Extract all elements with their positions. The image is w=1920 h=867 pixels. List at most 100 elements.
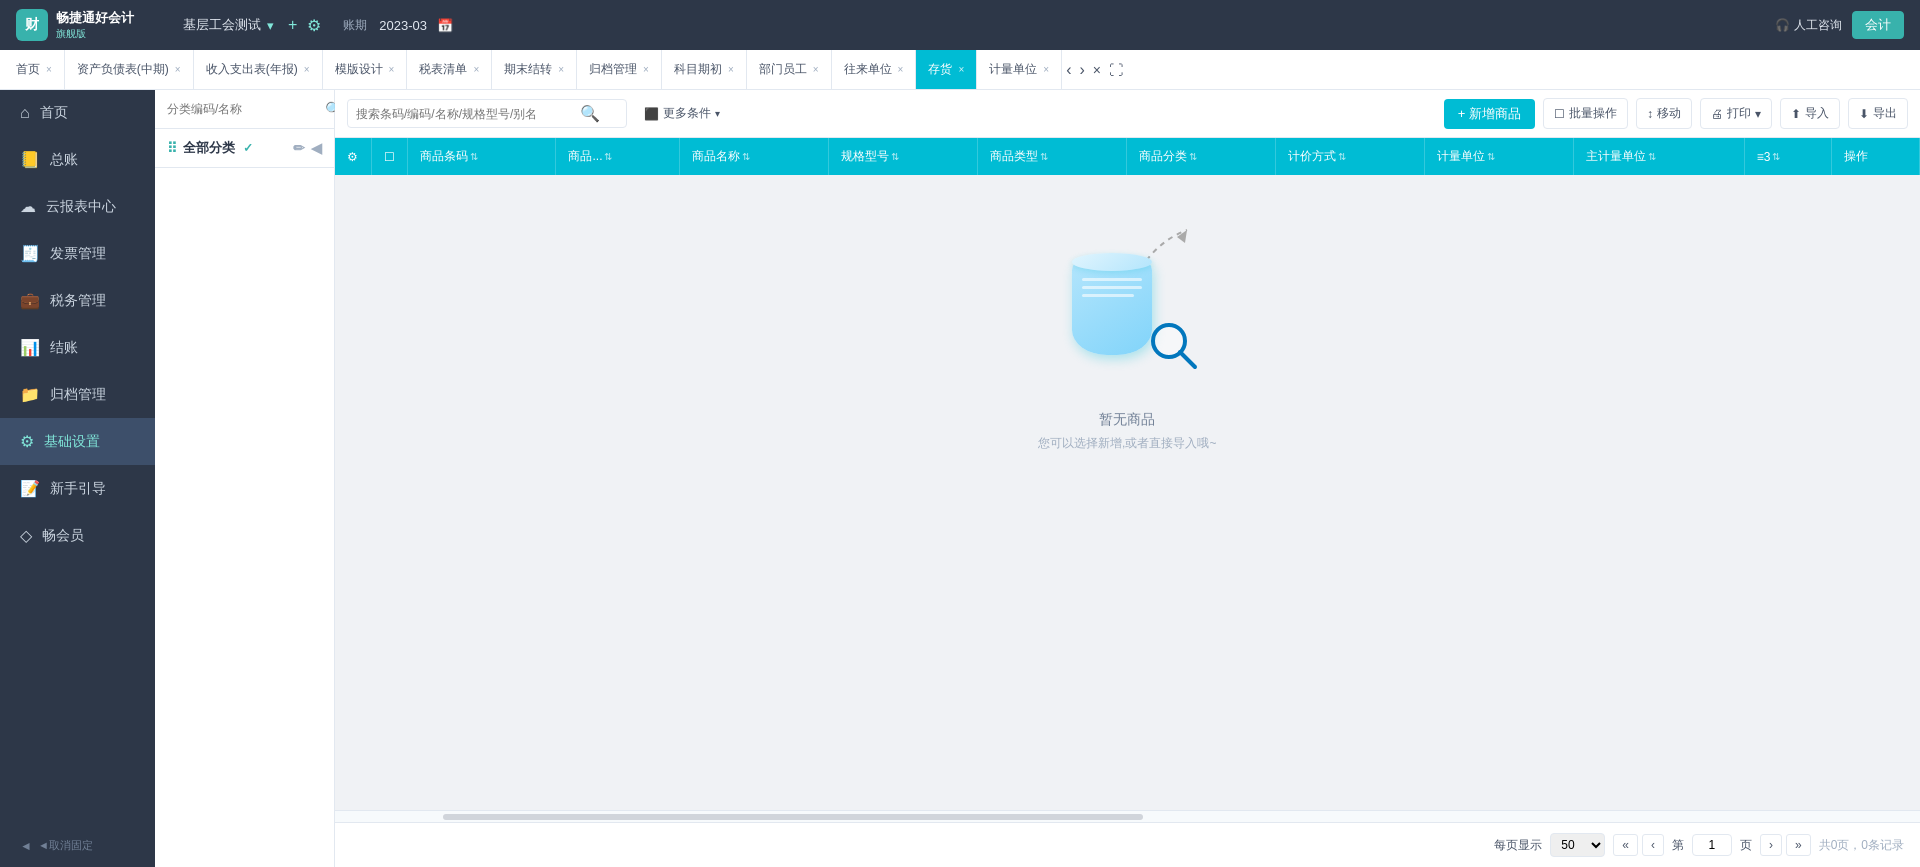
- empty-state-row: 暂无商品 您可以选择新增,或者直接导入哦~: [335, 175, 1920, 512]
- tab-next-nav[interactable]: ›: [1075, 61, 1088, 79]
- page-input[interactable]: [1692, 834, 1732, 856]
- sidebar-item-ledger[interactable]: 📒 总账: [0, 136, 155, 183]
- col-extra[interactable]: ≡3 ⇅: [1744, 138, 1831, 175]
- period-value: 2023-03: [379, 18, 427, 33]
- col-code[interactable]: 商品... ⇅: [556, 138, 680, 175]
- tab-archive-close[interactable]: ×: [643, 64, 649, 75]
- move-button[interactable]: ↕ 移动: [1636, 98, 1692, 129]
- logo-icon: 财: [16, 9, 48, 41]
- col-code-label: 商品...: [568, 148, 602, 165]
- tab-subject-close[interactable]: ×: [728, 64, 734, 75]
- batch-operation-button[interactable]: ☐ 批量操作: [1543, 98, 1628, 129]
- sidebar-item-reports[interactable]: ☁ 云报表中心: [0, 183, 155, 230]
- org-name: 基层工会测试 ▾ + ⚙ 账期 2023-03 📅: [183, 16, 1763, 35]
- scroll-line1: [1082, 278, 1142, 281]
- tab-inventory[interactable]: 存货 ×: [916, 50, 977, 90]
- category-all[interactable]: ⠿ 全部分类 ✓ ✏ ◀: [155, 129, 334, 168]
- sort-name-icon: ⇅: [742, 151, 750, 162]
- sidebar-item-invoice[interactable]: 🧾 发票管理: [0, 230, 155, 277]
- tab-balance-sheet[interactable]: 资产负债表(中期) ×: [65, 50, 194, 90]
- logo-sub-text: 旗舰版: [56, 27, 134, 41]
- export-button[interactable]: ⬇ 导出: [1848, 98, 1908, 129]
- account-button[interactable]: 会计: [1852, 11, 1904, 39]
- tab-subject-init[interactable]: 科目期初 ×: [662, 50, 747, 90]
- col-barcode[interactable]: 商品条码 ⇅: [407, 138, 556, 175]
- tab-tax-list-close[interactable]: ×: [473, 64, 479, 75]
- col-price-method-label: 计价方式: [1288, 148, 1336, 165]
- sort-price-icon: ⇅: [1338, 151, 1346, 162]
- sidebar-item-home[interactable]: ⌂ 首页: [0, 90, 155, 136]
- sort-spec-icon: ⇅: [891, 151, 899, 162]
- tab-expand[interactable]: ⛶: [1105, 62, 1127, 78]
- tab-template-close[interactable]: ×: [389, 64, 395, 75]
- tab-income-close[interactable]: ×: [304, 64, 310, 75]
- org-dropdown-icon[interactable]: ▾: [267, 18, 274, 33]
- tab-tax-list[interactable]: 税表清单 ×: [407, 50, 492, 90]
- tab-balance-close[interactable]: ×: [175, 64, 181, 75]
- pagination-bar: 每页显示 50 10 20 100 « ‹ 第 页 › » 共0页，0条记录: [335, 822, 1920, 867]
- tab-period-carry[interactable]: 期末结转 ×: [492, 50, 577, 90]
- tab-home-close[interactable]: ×: [46, 64, 52, 75]
- col-settings[interactable]: ⚙: [335, 138, 371, 175]
- tab-template[interactable]: 模版设计 ×: [323, 50, 408, 90]
- scrollbar-thumb[interactable]: [443, 814, 1143, 820]
- last-page-button[interactable]: »: [1786, 834, 1811, 856]
- main-search-input[interactable]: [356, 107, 576, 121]
- tab-period-close[interactable]: ×: [558, 64, 564, 75]
- tab-inventory-close[interactable]: ×: [958, 64, 964, 75]
- settings-tab-icon[interactable]: ⚙: [307, 16, 321, 35]
- tab-prev-nav[interactable]: ‹: [1062, 61, 1075, 79]
- page-size-select[interactable]: 50 10 20 100: [1550, 833, 1605, 857]
- tab-income-statement[interactable]: 收入支出表(年报) ×: [194, 50, 323, 90]
- category-collapse-icon[interactable]: ◀: [311, 140, 322, 156]
- add-tab-icon[interactable]: +: [288, 16, 297, 34]
- consult-button[interactable]: 🎧 人工咨询: [1775, 17, 1842, 34]
- col-type[interactable]: 商品类型 ⇅: [978, 138, 1127, 175]
- tab-archive-label: 归档管理: [589, 61, 637, 78]
- sidebar-item-settings[interactable]: ⚙ 基础设置: [0, 418, 155, 465]
- horizontal-scrollbar[interactable]: [335, 810, 1920, 822]
- col-spec[interactable]: 规格型号 ⇅: [829, 138, 978, 175]
- prev-page-button[interactable]: ‹: [1642, 834, 1664, 856]
- sidebar-archive-label: 归档管理: [50, 386, 106, 404]
- tab-dept-close[interactable]: ×: [813, 64, 819, 75]
- tab-measurement-close[interactable]: ×: [1043, 64, 1049, 75]
- next-page-button[interactable]: ›: [1760, 834, 1782, 856]
- col-unit[interactable]: 计量单位 ⇅: [1425, 138, 1574, 175]
- tab-home[interactable]: 首页 ×: [4, 50, 65, 90]
- import-button[interactable]: ⬆ 导入: [1780, 98, 1840, 129]
- add-product-button[interactable]: + 新增商品: [1444, 99, 1535, 129]
- sidebar-unpin[interactable]: ◄ ◄取消固定: [0, 824, 155, 867]
- col-category[interactable]: 商品分类 ⇅: [1127, 138, 1276, 175]
- col-type-label: 商品类型: [990, 148, 1038, 165]
- tab-measurement[interactable]: 计量单位 ×: [977, 50, 1062, 90]
- col-price-method[interactable]: 计价方式 ⇅: [1276, 138, 1425, 175]
- tab-close-all[interactable]: ×: [1089, 62, 1105, 78]
- empty-text-sub: 您可以选择新增,或者直接导入哦~: [1038, 435, 1216, 452]
- sidebar-item-close[interactable]: 📊 结账: [0, 324, 155, 371]
- col-main-unit[interactable]: 主计量单位 ⇅: [1574, 138, 1745, 175]
- category-search-input[interactable]: [163, 98, 321, 120]
- more-conditions-button[interactable]: ⬛ 更多条件 ▾: [635, 100, 729, 127]
- sidebar-guide-label: 新手引导: [50, 480, 106, 498]
- logo-main-text: 畅捷通好会计: [56, 9, 134, 27]
- print-button[interactable]: 🖨 打印 ▾: [1700, 98, 1772, 129]
- print-chevron: ▾: [1755, 107, 1761, 121]
- sort-extra-icon: ⇅: [1772, 151, 1780, 162]
- tab-dept-staff[interactable]: 部门员工 ×: [747, 50, 832, 90]
- member-icon: ◇: [20, 526, 32, 545]
- main-search-icon[interactable]: 🔍: [580, 104, 600, 123]
- calendar-icon[interactable]: 📅: [437, 18, 453, 33]
- sidebar-item-member[interactable]: ◇ 畅会员: [0, 512, 155, 559]
- tab-contacts-close[interactable]: ×: [898, 64, 904, 75]
- sidebar-item-guide[interactable]: 📝 新手引导: [0, 465, 155, 512]
- category-edit-icon[interactable]: ✏: [293, 140, 305, 156]
- tab-archive[interactable]: 归档管理 ×: [577, 50, 662, 90]
- batch-icon: ☐: [1554, 107, 1565, 121]
- col-checkbox[interactable]: ☐: [371, 138, 407, 175]
- sidebar-item-tax[interactable]: 💼 税务管理: [0, 277, 155, 324]
- sidebar-item-archive[interactable]: 📁 归档管理: [0, 371, 155, 418]
- tab-contacts[interactable]: 往来单位 ×: [832, 50, 917, 90]
- col-name[interactable]: 商品名称 ⇅: [680, 138, 829, 175]
- first-page-button[interactable]: «: [1613, 834, 1638, 856]
